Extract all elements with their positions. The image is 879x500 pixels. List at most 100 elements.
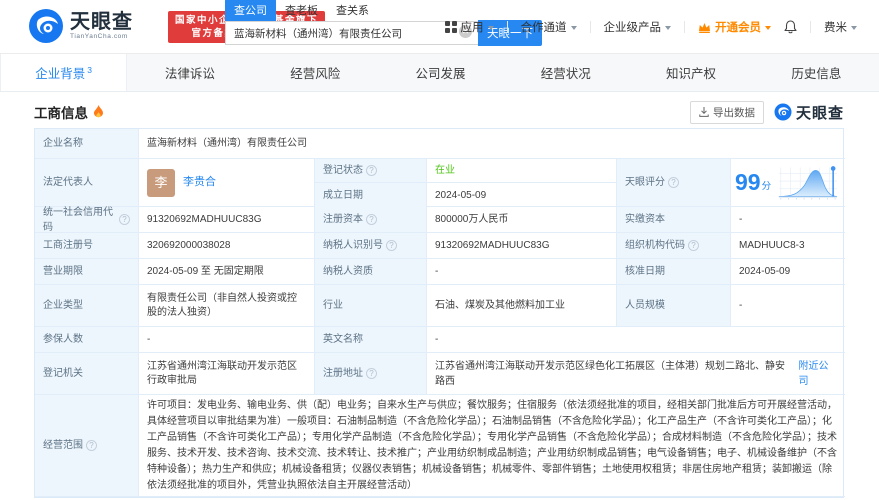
field-label-reg-status: 登记状态? <box>315 159 427 182</box>
caret-down-icon <box>487 25 494 30</box>
bell-icon <box>784 20 797 34</box>
tianyancha-logo[interactable]: 天眼查 TianYanCha.com <box>28 8 133 44</box>
header-nav: 应用 合作通道 企业级产品 开通会员 费米 <box>444 0 857 54</box>
help-icon[interactable]: ? <box>688 240 699 251</box>
nav-item-partner[interactable]: 合作通道 <box>521 19 577 35</box>
score-distribution-chart <box>778 165 838 199</box>
tab-label: 公司发展 <box>415 67 466 81</box>
field-value-reg-authority: 江苏省通州湾江海联动开发示范区行政审批局 <box>139 353 315 395</box>
field-value-reg-address: 江苏省通州湾江海联动开发示范区绿色化工拓展区（主体港）规划二路北、静安路西 附近… <box>427 353 845 395</box>
field-label-reg-authority: 登记机关 <box>35 353 139 395</box>
field-label-company-type: 企业类型 <box>35 285 139 327</box>
tianyancha-logo-icon <box>774 103 792 121</box>
help-icon[interactable]: ? <box>366 368 377 379</box>
nav-item-enterprise[interactable]: 企业级产品 <box>603 19 671 35</box>
nav-item-notifications[interactable] <box>784 20 797 34</box>
field-value-approve-date: 2024-05-09 <box>731 259 845 285</box>
tab-badge: 3 <box>87 64 93 75</box>
apps-grid-icon <box>444 21 457 33</box>
hot-flame-icon <box>93 105 103 118</box>
field-label-english-name: 英文名称 <box>315 327 427 353</box>
watermark-text: 天眼查 <box>795 104 844 122</box>
help-icon[interactable]: ? <box>386 240 397 251</box>
field-label-insured-count: 参保人数 <box>35 327 139 353</box>
field-value-term: 2024-05-09 至 无固定期限 <box>139 259 315 285</box>
legal-rep-avatar[interactable]: 李 <box>147 168 175 197</box>
search-tab-boss[interactable]: 查老板 <box>276 0 327 21</box>
caret-down-icon <box>570 25 577 30</box>
nav-label-vip: 开通会员 <box>715 22 761 34</box>
help-icon[interactable]: ? <box>366 165 377 176</box>
field-label-reg-address: 注册地址? <box>315 353 427 395</box>
field-value-tyc-score[interactable]: 99 分 <box>731 159 845 207</box>
nav-label-enterprise: 企业级产品 <box>603 22 662 34</box>
nav-item-user[interactable]: 费米 <box>824 19 857 35</box>
nav-label-apps: 应用 <box>460 22 484 34</box>
field-label-establish-date: 成立日期 <box>315 183 427 207</box>
nearby-companies-link[interactable]: 附近公司 <box>798 359 837 389</box>
nav-separator <box>684 21 685 33</box>
section-bar: 工商信息 导出数据 天眼查 <box>34 99 844 125</box>
field-label-tax-id: 纳税人识别号? <box>315 233 427 259</box>
field-label-reg-no: 工商注册号 <box>35 233 139 259</box>
field-value-insured-count: - <box>139 327 315 353</box>
field-value-establish-date: 2024-05-09 <box>435 189 487 201</box>
field-value-reg-no: 320692000038028 <box>139 233 315 259</box>
field-label-company-name: 企业名称 <box>35 129 139 159</box>
company-tabbar: 企业背景 3 法律诉讼 经营风险 公司发展 经营状况 知识产权 历史信息 <box>0 54 879 92</box>
help-icon[interactable]: ? <box>119 214 130 225</box>
tab-company-background[interactable]: 企业背景 3 <box>0 54 128 91</box>
nav-separator <box>810 21 811 33</box>
tab-legal-lawsuits[interactable]: 法律诉讼 <box>127 54 252 91</box>
help-icon[interactable]: ? <box>366 214 377 225</box>
tab-company-development[interactable]: 公司发展 <box>378 54 503 91</box>
search-tab-relation[interactable]: 查关系 <box>327 0 378 21</box>
field-value-credit-code: 91320692MADHUUC83G <box>139 207 315 233</box>
watermark-logo: 天眼查 <box>774 102 844 123</box>
nav-item-vip[interactable]: 开通会员 <box>698 19 771 35</box>
nav-item-apps[interactable]: 应用 <box>444 19 494 35</box>
tab-label: 企业背景 <box>35 67 86 81</box>
field-value-tax-id: 91320692MADHUUC83G <box>427 233 617 259</box>
field-value-industry: 石油、煤炭及其他燃料加工业 <box>427 285 617 327</box>
help-icon[interactable]: ? <box>86 440 97 451</box>
nav-separator <box>589 21 591 33</box>
field-label-reg-capital: 注册资本? <box>315 207 427 233</box>
logo-domain: TianYanCha.com <box>70 32 128 40</box>
field-label-org-code: 组织机构代码? <box>617 233 731 259</box>
tab-label: 法律诉讼 <box>164 67 215 81</box>
field-label-legal-rep: 法定代表人 <box>35 159 139 207</box>
field-value-paid-capital: - <box>731 207 845 233</box>
field-label-business-scope: 经营范围? <box>35 395 139 497</box>
field-value-staff-size: - <box>731 285 845 327</box>
section-title: 工商信息 <box>34 106 88 121</box>
legal-rep-link[interactable]: 李贵合 <box>183 175 216 190</box>
crown-icon <box>699 22 710 33</box>
field-label-industry: 行业 <box>315 285 427 327</box>
field-label-tyc-score: 天眼评分? <box>617 159 731 207</box>
nav-label-user: 费米 <box>824 22 847 34</box>
field-label-tax-quality: 纳税人资质 <box>315 259 427 285</box>
field-value-company-name: 蓝海新材料（通州湾）有限责任公司 <box>139 129 845 159</box>
field-value-english-name: - <box>427 327 845 353</box>
field-label-approve-date: 核准日期 <box>617 259 731 285</box>
field-value-business-scope: 许可项目：发电业务、输电业务、供（配）电业务；自来水生产与供应；餐饮服务；住宿服… <box>139 395 845 497</box>
tianyancha-logo-icon <box>29 9 63 43</box>
search-tab-company[interactable]: 查公司 <box>225 0 276 21</box>
tab-history-info[interactable]: 历史信息 <box>754 54 879 91</box>
export-data-button[interactable]: 导出数据 <box>689 100 764 124</box>
tab-label: 经营风险 <box>290 67 341 81</box>
field-label-credit-code: 统一社会信用代码? <box>35 207 139 233</box>
nav-separator <box>506 21 508 33</box>
search-input[interactable] <box>225 21 478 45</box>
tab-operating-status[interactable]: 经营状况 <box>503 54 628 91</box>
field-value-reg-status: 在业 <box>435 165 455 176</box>
tab-operation-risk[interactable]: 经营风险 <box>253 54 378 91</box>
nav-label-partner: 合作通道 <box>520 22 567 34</box>
tab-intellectual-property[interactable]: 知识产权 <box>628 54 753 91</box>
help-icon[interactable]: ? <box>668 177 679 188</box>
field-value-tax-quality: - <box>427 259 617 285</box>
logo-title: 天眼查 <box>70 10 133 33</box>
score-number: 99 <box>735 169 761 195</box>
caret-down-icon <box>665 25 671 30</box>
